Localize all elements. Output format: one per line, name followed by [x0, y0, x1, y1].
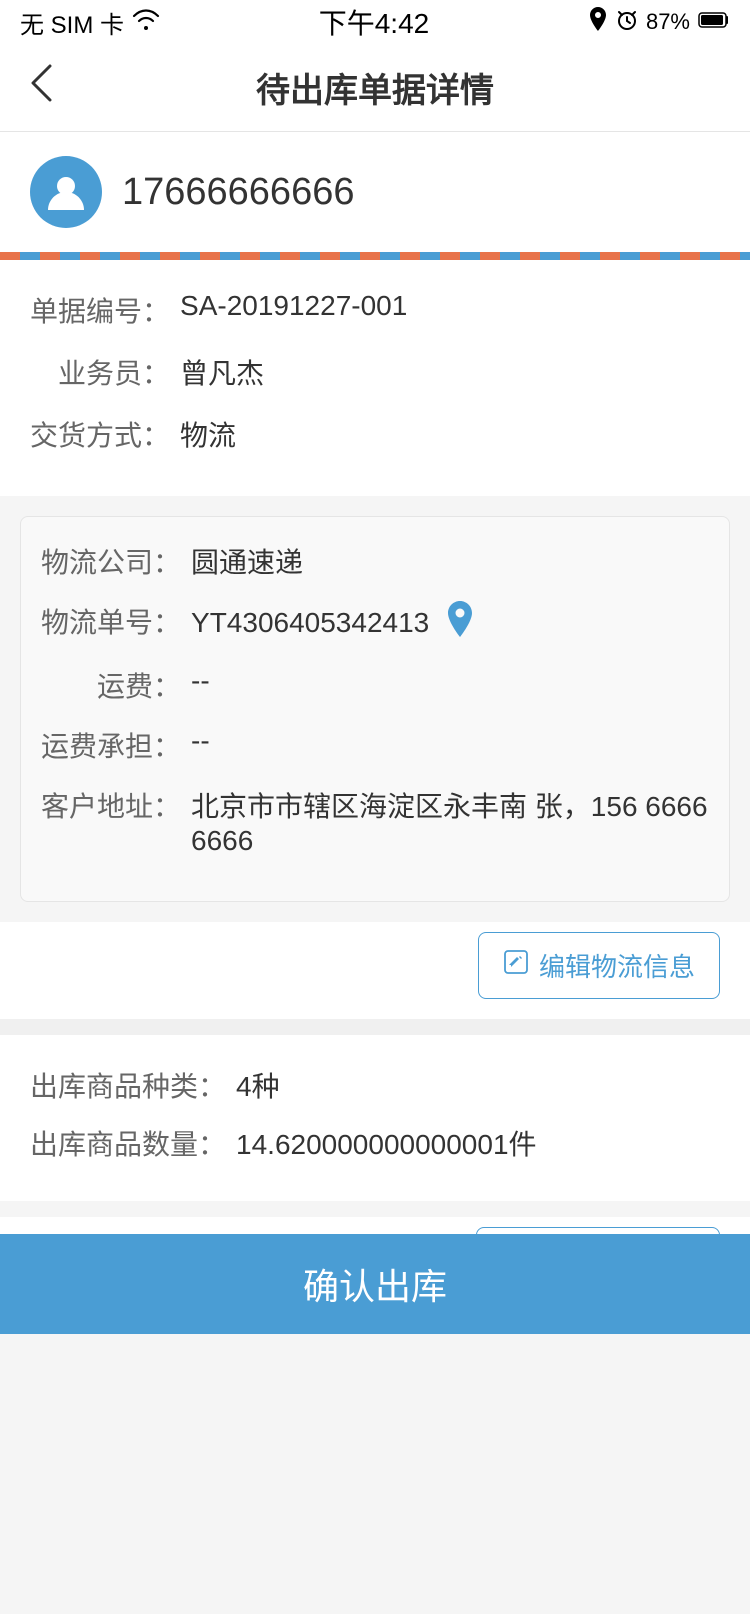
status-right: 87%	[588, 7, 730, 37]
product-types-label: 出库商品种类：	[30, 1065, 226, 1105]
freight-bearer-value: --	[191, 725, 709, 757]
separator	[0, 1019, 750, 1035]
order-number-value: SA-20191227-001	[180, 290, 720, 322]
edit-logistics-label: 编辑物流信息	[539, 947, 695, 984]
nav-bar: 待出库单据详情	[0, 44, 750, 132]
logistics-tracking-row: 物流单号： YT4306405342413	[41, 601, 709, 645]
battery-icon	[698, 9, 730, 35]
logistics-company-row: 物流公司： 圆通速递	[41, 541, 709, 581]
product-types-row: 出库商品种类： 4种	[30, 1065, 720, 1105]
dashed-divider	[0, 252, 750, 260]
salesman-value: 曾凡杰	[180, 352, 720, 392]
logistics-tracking-value: YT4306405342413	[191, 607, 429, 639]
customer-phone: 17666666666	[122, 171, 354, 214]
confirm-button-area[interactable]: 确认出库	[0, 1234, 750, 1334]
product-section: 出库商品种类： 4种 出库商品数量： 14.620000000000001件	[0, 1035, 750, 1201]
order-info-section: 单据编号： SA-20191227-001 业务员： 曾凡杰 交货方式： 物流	[0, 260, 750, 496]
freight-row: 运费： --	[41, 665, 709, 705]
tracking-location-icon[interactable]	[445, 601, 475, 645]
address-row: 客户地址： 北京市市辖区海淀区永丰南 张，156 6666 6666	[41, 785, 709, 857]
product-quantity-label: 出库商品数量：	[30, 1123, 226, 1163]
wifi-icon	[132, 8, 160, 37]
page-title: 待出库单据详情	[256, 63, 494, 112]
back-button[interactable]	[30, 64, 52, 111]
avatar	[30, 156, 102, 228]
customer-header: 17666666666	[0, 132, 750, 252]
battery-text: 87%	[646, 9, 690, 35]
logistics-card: 物流公司： 圆通速递 物流单号： YT4306405342413 运费： -- …	[20, 516, 730, 902]
address-label: 客户地址：	[41, 785, 181, 825]
product-quantity-row: 出库商品数量： 14.620000000000001件	[30, 1123, 720, 1163]
status-bar: 无 SIM 卡 下午4:42	[0, 0, 750, 44]
freight-bearer-label: 运费承担：	[41, 725, 181, 765]
spacer	[0, 1314, 750, 1514]
delivery-row: 交货方式： 物流	[30, 414, 720, 454]
edit-icon	[503, 949, 529, 982]
freight-bearer-row: 运费承担： --	[41, 725, 709, 765]
order-number-label: 单据编号：	[30, 290, 170, 330]
logistics-company-value: 圆通速递	[191, 541, 709, 581]
product-quantity-value: 14.620000000000001件	[236, 1123, 537, 1163]
location-status-icon	[588, 7, 608, 37]
edit-logistics-button[interactable]: 编辑物流信息	[478, 932, 720, 999]
alarm-icon	[616, 7, 638, 37]
salesman-label: 业务员：	[30, 352, 170, 392]
freight-label: 运费：	[41, 665, 181, 705]
address-value: 北京市市辖区海淀区永丰南 张，156 6666 6666	[191, 785, 709, 857]
freight-value: --	[191, 665, 709, 697]
edit-logistics-row: 编辑物流信息	[0, 922, 750, 1019]
order-number-row: 单据编号： SA-20191227-001	[30, 290, 720, 330]
delivery-value: 物流	[180, 414, 720, 454]
status-left: 无 SIM 卡	[20, 5, 160, 40]
logistics-tracking-row-content: YT4306405342413	[181, 601, 475, 645]
delivery-label: 交货方式：	[30, 414, 170, 454]
salesman-row: 业务员： 曾凡杰	[30, 352, 720, 392]
sim-text: 无 SIM 卡	[20, 5, 124, 40]
logistics-tracking-label: 物流单号：	[41, 601, 181, 641]
product-types-value: 4种	[236, 1065, 280, 1105]
status-time: 下午4:42	[319, 2, 430, 42]
confirm-button-text: 确认出库	[303, 1258, 447, 1310]
logistics-company-label: 物流公司：	[41, 541, 181, 581]
